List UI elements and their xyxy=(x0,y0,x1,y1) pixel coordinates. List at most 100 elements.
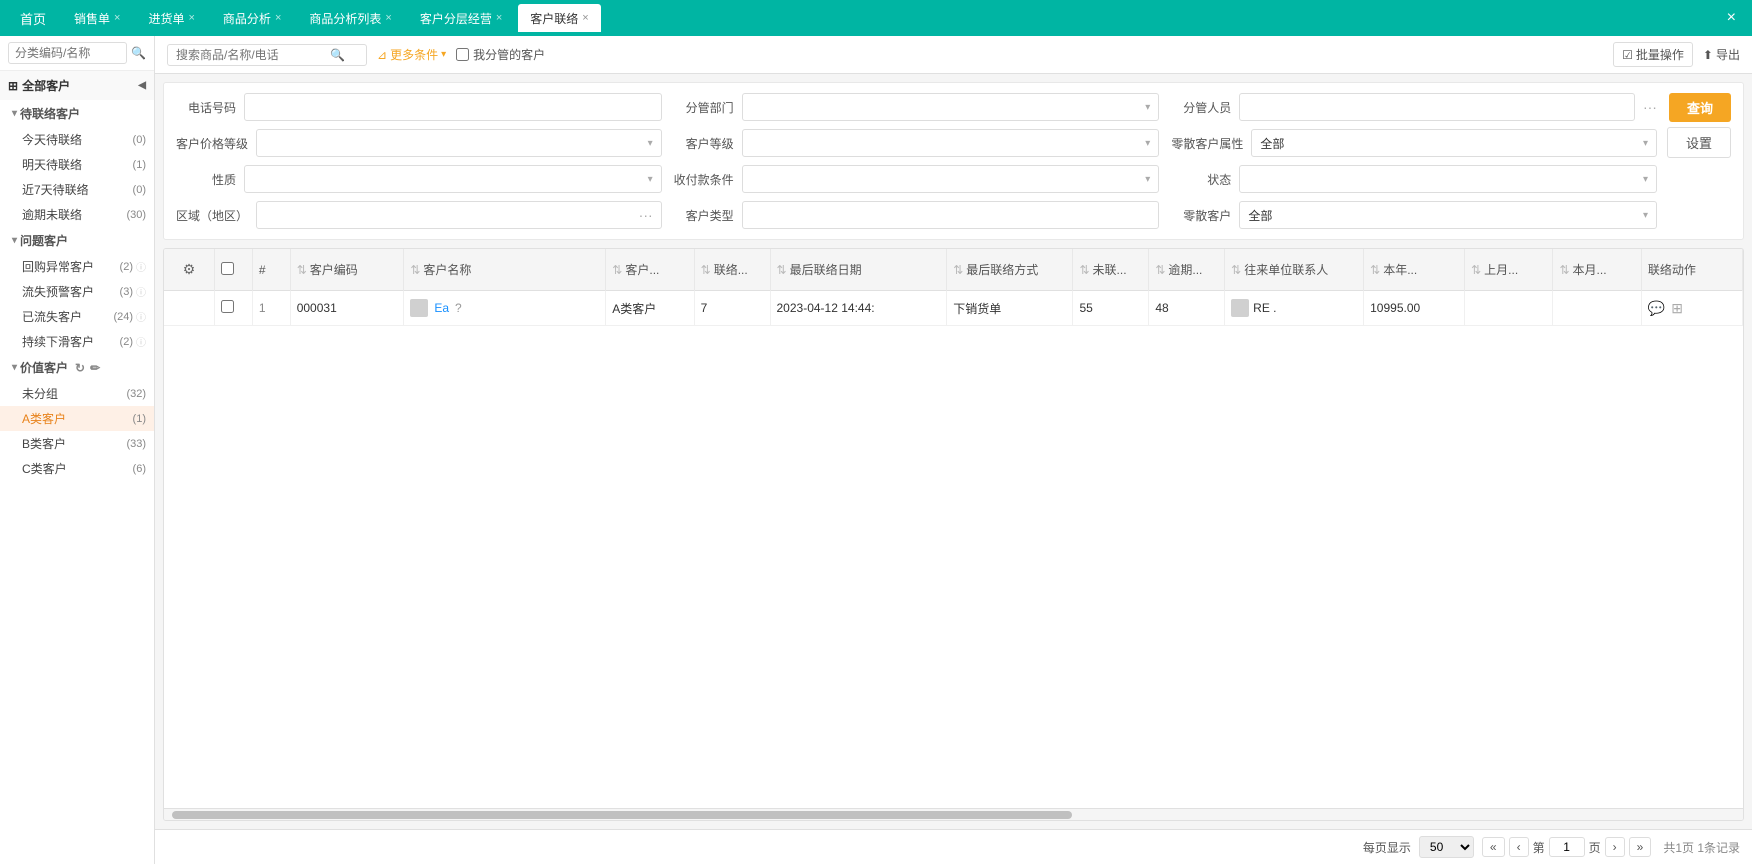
close-customer-seg-tab[interactable]: × xyxy=(496,12,502,24)
sidebar-item-declining[interactable]: 持续下滑客户 (2) ⓘ xyxy=(0,329,154,354)
row-name[interactable]: Ea xyxy=(434,301,449,315)
export-icon: ⬆ xyxy=(1703,48,1713,62)
sidebar-collapse-icon[interactable]: ◀ xyxy=(138,80,146,91)
nav-tab-customer-seg[interactable]: 客户分层经营 × xyxy=(408,4,514,32)
last-date-header: ⇅ 最后联络日期 xyxy=(770,249,947,291)
close-analysis-tab[interactable]: × xyxy=(275,12,281,24)
abnormal-purchase-badge: (2) xyxy=(120,261,133,273)
filter-search-input[interactable] xyxy=(176,48,326,62)
window-close-button[interactable]: × xyxy=(1719,5,1744,31)
main-layout: 🔍 ⊞ 全部客户 ◀ ▾ 待联络客户 今天待联络 (0) 明天待联络 (1) 近… xyxy=(0,36,1752,864)
region-dots[interactable]: ··· xyxy=(639,207,653,223)
person-input[interactable] xyxy=(1239,93,1635,121)
retail-customer-label: 零散客户 xyxy=(1171,207,1231,224)
chevron-down-icon: ▾ xyxy=(441,49,446,60)
refresh-icon[interactable]: ↻ xyxy=(75,361,85,375)
sidebar-search-icon[interactable]: 🔍 xyxy=(131,46,146,60)
my-customers-checkbox[interactable] xyxy=(456,48,469,61)
phone-input[interactable] xyxy=(244,93,662,121)
search-button[interactable]: 查询 xyxy=(1669,93,1731,122)
next-page-btn[interactable]: › xyxy=(1605,837,1625,857)
nav-tab-sales[interactable]: 销售单 × xyxy=(62,4,132,32)
nav-tab-analysis[interactable]: 商品分析 × xyxy=(211,4,293,32)
close-purchase-tab[interactable]: × xyxy=(188,12,194,24)
name-sort-icon: ⇅ xyxy=(410,263,420,277)
my-customers-filter[interactable]: 我分管的客户 xyxy=(456,46,545,63)
select-all-checkbox[interactable] xyxy=(221,262,234,275)
row-last-method[interactable]: 下销货单 xyxy=(953,302,1001,316)
sidebar-search-container: 🔍 xyxy=(0,36,154,71)
customer-type-field: 客户类型 xyxy=(674,201,1160,229)
sidebar-item-lost[interactable]: 已流失客户 (24) ⓘ xyxy=(0,304,154,329)
retail-attr-input[interactable]: 全部 ▾ xyxy=(1251,129,1657,157)
payment-input[interactable]: ▾ xyxy=(742,165,1160,193)
close-analysis-list-tab[interactable]: × xyxy=(385,12,391,24)
nav-tab-customer-contact[interactable]: 客户联络 × xyxy=(518,4,600,32)
sidebar-item-a-class[interactable]: A类客户 (1) xyxy=(0,406,154,431)
gear-button[interactable]: ⚙ xyxy=(179,257,200,282)
filter-search-icon[interactable]: 🔍 xyxy=(330,48,345,62)
a-class-label: A类客户 xyxy=(22,410,66,427)
sidebar-item-today[interactable]: 今天待联络 (0) xyxy=(0,127,154,152)
sidebar-item-b-class[interactable]: B类客户 (33) xyxy=(0,431,154,456)
horizontal-scroll-area[interactable] xyxy=(164,808,1743,820)
row-type: A类客户 xyxy=(612,302,656,316)
edit-icon[interactable]: ✏ xyxy=(90,361,100,375)
problem-customers-group[interactable]: ▾ 问题客户 xyxy=(0,227,154,254)
row-overdue: 48 xyxy=(1155,301,1168,315)
row-this-month-cell xyxy=(1553,291,1641,326)
nav-tab-purchase[interactable]: 进货单 × xyxy=(136,4,206,32)
row-checkbox[interactable] xyxy=(221,300,234,313)
row-type-cell: A类客户 xyxy=(606,291,694,326)
batch-operation-btn[interactable]: ☑ 批量操作 xyxy=(1613,42,1693,67)
last-page-btn[interactable]: » xyxy=(1629,837,1652,857)
nature-input[interactable]: ▾ xyxy=(244,165,662,193)
region-input[interactable]: ··· xyxy=(256,201,662,229)
more-conditions-btn[interactable]: ⊿ 更多条件 ▾ xyxy=(377,46,446,63)
all-customers-header[interactable]: ⊞ 全部客户 ◀ xyxy=(0,71,154,100)
phone-field: 电话号码 xyxy=(176,93,662,121)
chat-action-icon[interactable]: 💬 xyxy=(1648,300,1665,317)
customer-type-input[interactable] xyxy=(742,201,1160,229)
ungrouped-label: 未分组 xyxy=(22,385,58,402)
row-no-contact: 55 xyxy=(1079,301,1092,315)
sidebar-item-c-class[interactable]: C类客户 (6) xyxy=(0,456,154,481)
per-page-select[interactable]: 50 100 200 xyxy=(1419,836,1474,858)
setting-button[interactable]: 设置 xyxy=(1667,127,1731,158)
first-page-btn[interactable]: « xyxy=(1482,837,1505,857)
retail-customer-input[interactable]: 全部 ▾ xyxy=(1239,201,1657,229)
export-btn[interactable]: ⬆ 导出 xyxy=(1703,46,1740,63)
person-dots-btn[interactable]: ··· xyxy=(1643,99,1657,115)
status-input[interactable]: ▾ xyxy=(1239,165,1657,193)
nav-home[interactable]: 首页 xyxy=(8,5,58,32)
retail-attr-field: 零散客户属性 全部 ▾ xyxy=(1171,129,1657,157)
nav-tab-analysis-list[interactable]: 商品分析列表 × xyxy=(297,4,403,32)
value-customers-group[interactable]: ▾ 价值客户 ↻ ✏ xyxy=(0,354,154,381)
page-number-input[interactable] xyxy=(1549,837,1585,857)
sidebar-item-7days[interactable]: 近7天待联络 (0) xyxy=(0,177,154,202)
sidebar-item-overdue[interactable]: 逾期未联络 (30) xyxy=(0,202,154,227)
row-unit-contact-cell: RE . xyxy=(1225,291,1364,326)
filter-icon: ⊿ xyxy=(377,48,387,62)
retail-customer-val: 全部 xyxy=(1248,207,1272,224)
price-grade-input[interactable]: ▾ xyxy=(256,129,662,157)
sidebar-item-tomorrow[interactable]: 明天待联络 (1) xyxy=(0,152,154,177)
sidebar-item-ungrouped[interactable]: 未分组 (32) xyxy=(0,381,154,406)
h-scrollbar-thumb[interactable] xyxy=(172,811,1072,819)
sidebar-item-abnormal-purchase[interactable]: 回购异常客户 (2) ⓘ xyxy=(0,254,154,279)
overdue-contact-badge: (30) xyxy=(126,209,146,221)
loss-warning-badge: (3) xyxy=(120,286,133,298)
row-name-cell: Ea ? xyxy=(404,291,606,326)
pending-contact-group[interactable]: ▾ 待联络客户 xyxy=(0,100,154,127)
prev-page-btn[interactable]: ‹ xyxy=(1509,837,1529,857)
row-last-date: 2023-04-12 14:44: xyxy=(777,301,875,315)
dept-input[interactable]: ▾ xyxy=(742,93,1160,121)
customer-grade-input[interactable]: ▾ xyxy=(742,129,1160,157)
close-customer-contact-tab[interactable]: × xyxy=(582,12,588,24)
grid-action-icon[interactable]: ⊞ xyxy=(1671,300,1683,317)
close-sales-tab[interactable]: × xyxy=(114,12,120,24)
last-date-sort-icon: ⇅ xyxy=(777,263,787,277)
info-icon-4: ⓘ xyxy=(136,334,146,349)
sidebar-search-input[interactable] xyxy=(8,42,127,64)
sidebar-item-loss-warning[interactable]: 流失预警客户 (3) ⓘ xyxy=(0,279,154,304)
